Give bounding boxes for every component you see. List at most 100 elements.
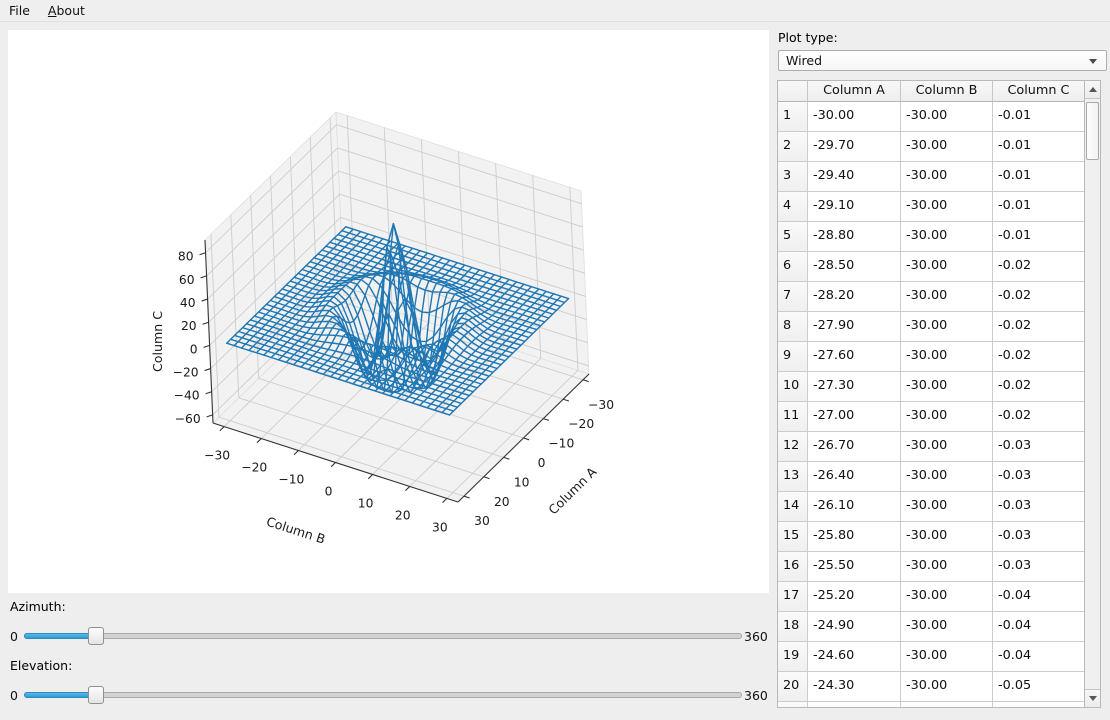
table-cell[interactable]: -27.00: [808, 402, 901, 432]
table-cell[interactable]: [993, 702, 1085, 708]
table-cell[interactable]: -25.80: [808, 522, 901, 552]
table-cell[interactable]: -30.00: [901, 132, 993, 162]
table-cell[interactable]: -0.05: [993, 672, 1085, 702]
svg-text:20: 20: [181, 319, 197, 333]
table-cell[interactable]: [808, 702, 901, 708]
svg-text:0: 0: [538, 456, 546, 470]
svg-text:−10: −10: [548, 437, 574, 451]
scroll-up-button[interactable]: [1085, 81, 1100, 99]
table-cell[interactable]: -29.10: [808, 192, 901, 222]
table-cell[interactable]: -30.00: [901, 102, 993, 132]
table-cell[interactable]: -28.20: [808, 282, 901, 312]
svg-text:−20: −20: [241, 461, 267, 475]
table-cell[interactable]: -24.60: [808, 642, 901, 672]
table-cell[interactable]: -25.20: [808, 582, 901, 612]
row-number-cell: 8: [778, 312, 808, 342]
table-cell[interactable]: -0.02: [993, 342, 1085, 372]
table-cell[interactable]: -0.01: [993, 162, 1085, 192]
table-cell[interactable]: -30.00: [901, 192, 993, 222]
row-number-cell: 1: [778, 102, 808, 132]
elevation-slider-handle[interactable]: [88, 686, 104, 704]
azimuth-slider-handle[interactable]: [88, 627, 104, 645]
table-cell[interactable]: -0.03: [993, 432, 1085, 462]
table-cell[interactable]: -30.00: [901, 312, 993, 342]
plot-type-combobox[interactable]: Wired: [778, 50, 1107, 71]
table-row: 7-28.20-30.00-0.02: [778, 282, 1100, 312]
table-cell[interactable]: -30.00: [901, 342, 993, 372]
table-cell[interactable]: -30.00: [901, 252, 993, 282]
table-cell[interactable]: -0.03: [993, 522, 1085, 552]
svg-text:80: 80: [178, 250, 194, 264]
table-cell[interactable]: -28.80: [808, 222, 901, 252]
table-cell[interactable]: -30.00: [901, 552, 993, 582]
table-corner-header[interactable]: [778, 81, 808, 102]
table-cell[interactable]: -0.03: [993, 492, 1085, 522]
table-cell[interactable]: -30.00: [901, 162, 993, 192]
table-cell[interactable]: -0.01: [993, 132, 1085, 162]
table-cell[interactable]: -29.70: [808, 132, 901, 162]
table-cell[interactable]: -30.00: [901, 462, 993, 492]
column-header[interactable]: Column B: [901, 81, 993, 102]
table-cell[interactable]: -24.30: [808, 672, 901, 702]
table-cell[interactable]: -0.01: [993, 222, 1085, 252]
table-cell[interactable]: -0.04: [993, 612, 1085, 642]
table-cell[interactable]: [901, 702, 993, 708]
column-header[interactable]: Column A: [808, 81, 901, 102]
table-cell[interactable]: -0.01: [993, 192, 1085, 222]
table-row: 14-26.10-30.00-0.03: [778, 492, 1100, 522]
table-cell[interactable]: -0.04: [993, 642, 1085, 672]
table-cell[interactable]: -30.00: [901, 612, 993, 642]
column-header[interactable]: Column C: [993, 81, 1085, 102]
table-cell[interactable]: -30.00: [901, 282, 993, 312]
menu-about[interactable]: About: [39, 1, 94, 20]
table-row: 12-26.70-30.00-0.03: [778, 432, 1100, 462]
table-cell[interactable]: -24.90: [808, 612, 901, 642]
table-cell[interactable]: -26.10: [808, 492, 901, 522]
elevation-slider-fill: [24, 692, 96, 698]
app-window: { "menu": { "file_label": "File", "about…: [0, 0, 1110, 720]
table-cell[interactable]: -0.02: [993, 252, 1085, 282]
table-cell[interactable]: -0.02: [993, 372, 1085, 402]
table-cell[interactable]: -27.30: [808, 372, 901, 402]
azimuth-label: Azimuth:: [10, 599, 66, 614]
table-cell[interactable]: -30.00: [901, 522, 993, 552]
row-number-cell: 11: [778, 402, 808, 432]
table-cell[interactable]: -30.00: [901, 222, 993, 252]
scroll-down-button[interactable]: [1085, 689, 1100, 707]
table-scrollbar[interactable]: [1084, 81, 1100, 707]
table-cell[interactable]: -30.00: [901, 372, 993, 402]
table-cell[interactable]: -0.02: [993, 312, 1085, 342]
table-cell[interactable]: -0.02: [993, 282, 1085, 312]
table-cell[interactable]: -30.00: [901, 672, 993, 702]
table-cell[interactable]: -25.50: [808, 552, 901, 582]
svg-text:−20: −20: [173, 366, 199, 380]
table-cell[interactable]: -28.50: [808, 252, 901, 282]
table-cell[interactable]: -30.00: [901, 642, 993, 672]
table-cell[interactable]: -26.70: [808, 432, 901, 462]
table-cell[interactable]: -29.40: [808, 162, 901, 192]
table-cell[interactable]: -30.00: [901, 402, 993, 432]
table-cell[interactable]: -0.03: [993, 462, 1085, 492]
table-cell[interactable]: -0.01: [993, 102, 1085, 132]
table-cell[interactable]: -30.00: [808, 102, 901, 132]
table-cell[interactable]: -30.00: [901, 492, 993, 522]
scrollbar-thumb[interactable]: [1086, 102, 1099, 160]
menu-file[interactable]: File: [0, 1, 39, 20]
table-cell[interactable]: -0.02: [993, 402, 1085, 432]
azimuth-min-label: 0: [10, 629, 22, 644]
table-cell[interactable]: -30.00: [901, 432, 993, 462]
elevation-max-label: 360: [744, 688, 770, 703]
svg-text:−40: −40: [174, 389, 200, 403]
table-row: 3-29.40-30.00-0.01: [778, 162, 1100, 192]
table-cell[interactable]: -0.03: [993, 552, 1085, 582]
table-cell[interactable]: -0.04: [993, 582, 1085, 612]
scroll-down-icon: [1089, 696, 1097, 701]
table-cell[interactable]: -27.60: [808, 342, 901, 372]
table-cell[interactable]: -27.90: [808, 312, 901, 342]
row-number-cell: 18: [778, 612, 808, 642]
elevation-slider[interactable]: [24, 692, 742, 698]
azimuth-slider[interactable]: [24, 633, 742, 639]
svg-text:Column B: Column B: [265, 514, 328, 547]
table-cell[interactable]: -26.40: [808, 462, 901, 492]
table-cell[interactable]: -30.00: [901, 582, 993, 612]
